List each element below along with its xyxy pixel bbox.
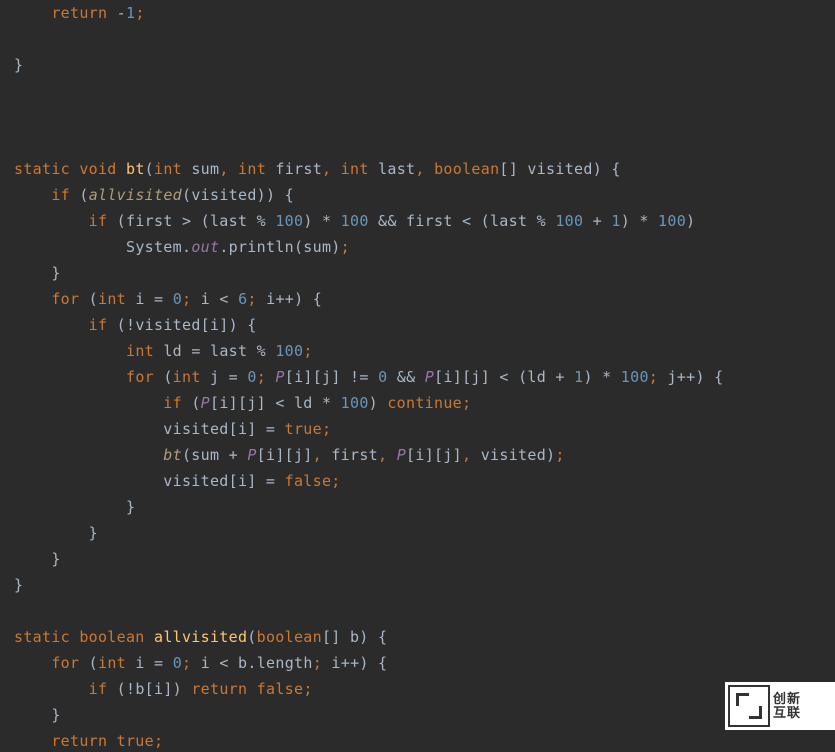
watermark-text: 创新 互联 xyxy=(773,692,801,720)
code-block: return -1; } static void bt(int sum, int… xyxy=(0,0,835,752)
watermark-icon xyxy=(728,685,770,727)
watermark: 创新 互联 xyxy=(725,682,835,730)
